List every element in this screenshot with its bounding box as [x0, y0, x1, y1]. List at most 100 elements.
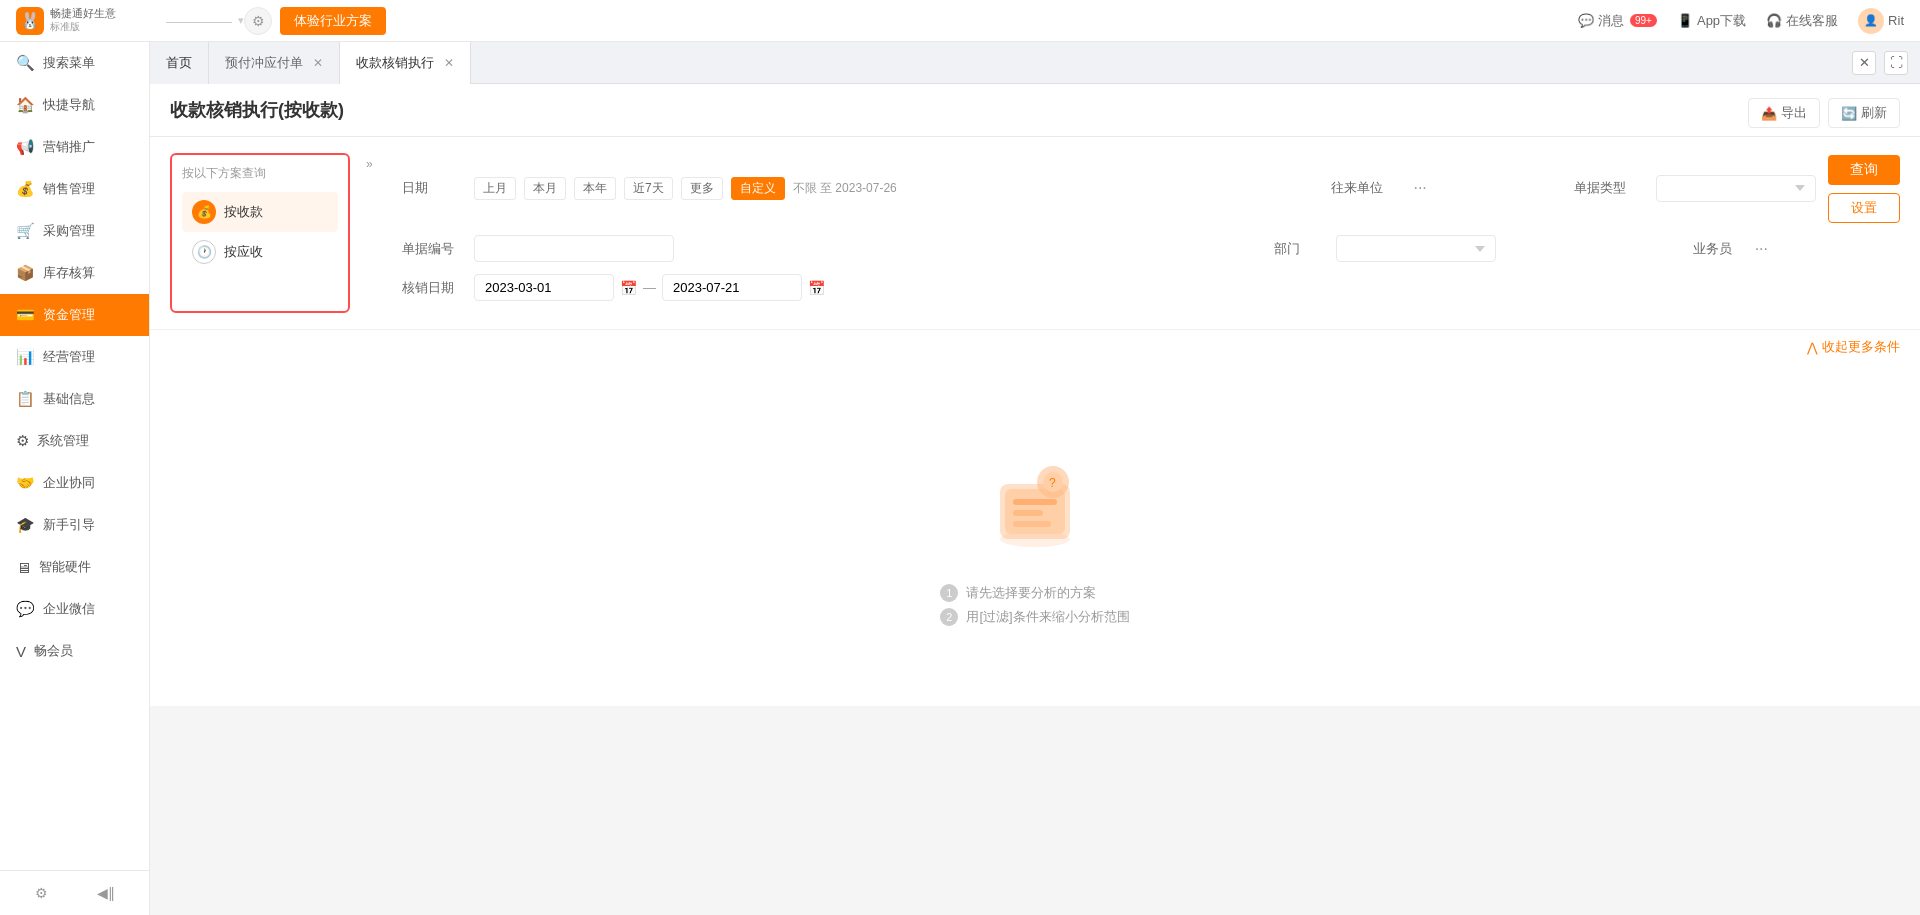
sidebar-settings-btn[interactable]: ⚙	[31, 881, 52, 905]
counterpart-label: 往来单位	[1331, 179, 1401, 197]
date-btn-custom[interactable]: 自定义	[731, 177, 785, 200]
empty-tips: 1 请先选择要分析的方案 2 用[过滤]条件来缩小分析范围	[940, 584, 1129, 626]
query-btn[interactable]: 查询	[1828, 155, 1900, 185]
svg-rect-5	[1013, 521, 1051, 527]
page-header: 收款核销执行(按收款) 📤 导出 🔄 刷新	[150, 84, 1920, 137]
company-selector[interactable]: —————— ▾	[166, 14, 244, 27]
user-menu[interactable]: 👤 Rit	[1858, 8, 1904, 34]
online-service-btn[interactable]: 🎧 在线客服	[1766, 12, 1838, 30]
sidebar-item-search[interactable]: 🔍 搜索菜单	[0, 42, 149, 84]
refresh-icon: 🔄	[1841, 106, 1857, 121]
sidebar-item-member[interactable]: V 畅会员	[0, 630, 149, 672]
date-btn-this-year[interactable]: 本年	[574, 177, 616, 200]
sidebar-item-inventory[interactable]: 📦 库存核算	[0, 252, 149, 294]
sidebar-bottom: ⚙ ◀‖	[0, 870, 149, 915]
department-select[interactable]	[1336, 235, 1496, 262]
refresh-btn[interactable]: 🔄 刷新	[1828, 98, 1900, 128]
page-title: 收款核销执行(按收款)	[170, 98, 1900, 122]
message-btn[interactable]: 💬 消息 99+	[1578, 12, 1657, 30]
logo-title: 畅捷通好生意	[50, 7, 116, 20]
collapse-more-btn[interactable]: ⋀ 收起更多条件	[150, 329, 1920, 364]
message-label: 消息	[1598, 12, 1624, 30]
filter-collapse-btn[interactable]: »	[366, 153, 386, 171]
sidebar-item-funds[interactable]: 💳 资金管理	[0, 294, 149, 336]
tab-prepay[interactable]: 预付冲应付单 ✕	[209, 42, 340, 84]
sidebar-item-label: 搜索菜单	[43, 54, 95, 72]
empty-tip-1: 1 请先选择要分析的方案	[940, 584, 1129, 602]
sidebar-item-marketing[interactable]: 📢 营销推广	[0, 126, 149, 168]
sidebar-item-enterprise[interactable]: 🤝 企业协同	[0, 462, 149, 504]
sidebar-item-basic-info[interactable]: 📋 基础信息	[0, 378, 149, 420]
date-btn-last-month[interactable]: 上月	[474, 177, 516, 200]
app-download-icon: 📱	[1677, 13, 1693, 28]
sidebar-item-hardware[interactable]: 🖥 智能硬件	[0, 546, 149, 588]
receipt-icon: 💰	[192, 200, 216, 224]
company-name: ——————	[166, 15, 232, 27]
logo-area: 🐰 畅捷通好生意 标准版	[16, 7, 166, 35]
tab-bar: 首页 预付冲应付单 ✕ 收款核销执行 ✕ ✕ ⛶	[150, 42, 1920, 84]
sales-icon: 💰	[16, 180, 35, 198]
megaphone-icon: 📢	[16, 138, 35, 156]
document-no-input[interactable]	[474, 235, 674, 262]
sidebar-item-label: 库存核算	[43, 264, 95, 282]
graduation-icon: 🎓	[16, 516, 35, 534]
staff-label: 业务员	[1693, 240, 1743, 258]
action-area: 查询 设置	[1828, 153, 1900, 223]
v-icon: V	[16, 643, 26, 660]
service-icon: 🎧	[1766, 13, 1782, 28]
sidebar-item-sales[interactable]: 💰 销售管理	[0, 168, 149, 210]
sidebar-item-label: 企业协同	[43, 474, 95, 492]
search-form: 日期 上月 本月 本年 近7天 更多 自定义 不限 至 2023-07-26 往…	[402, 153, 1900, 313]
tip-num-2: 2	[940, 608, 958, 626]
form-row-1: 日期 上月 本月 本年 近7天 更多 自定义 不限 至 2023-07-26 往…	[402, 153, 1900, 223]
sidebar-item-label: 快捷导航	[43, 96, 95, 114]
logo-badge: 标准版	[50, 20, 116, 34]
settings-btn[interactable]: 设置	[1828, 193, 1900, 223]
tab-label: 收款核销执行	[356, 54, 434, 72]
settings-icon-btn[interactable]: ⚙	[244, 7, 272, 35]
calendar-start-icon[interactable]: 📅	[620, 280, 637, 296]
tab-home[interactable]: 首页	[150, 42, 209, 84]
wechat-icon: 💬	[16, 600, 35, 618]
tab-close-all-btn[interactable]: ✕	[1852, 51, 1876, 75]
filter-option-by-receipt[interactable]: 💰 按收款	[182, 192, 338, 232]
home-icon: 🏠	[16, 96, 35, 114]
industry-solution-btn[interactable]: 体验行业方案	[280, 7, 386, 35]
staff-dots: ···	[1755, 240, 1768, 258]
sidebar: 🔍 搜索菜单 🏠 快捷导航 📢 营销推广 💰 销售管理 🛒 采购管理 📦 库存核…	[0, 42, 150, 915]
sidebar-item-operations[interactable]: 📊 经营管理	[0, 336, 149, 378]
sidebar-item-purchase[interactable]: 🛒 采购管理	[0, 210, 149, 252]
sidebar-item-label: 经营管理	[43, 348, 95, 366]
date-btn-more[interactable]: 更多	[681, 177, 723, 200]
sidebar-collapse-btn[interactable]: ◀‖	[93, 881, 119, 905]
app-download-label: App下载	[1697, 12, 1746, 30]
filter-area: 按以下方案查询 💰 按收款 🕐 按应收 » 日期	[150, 137, 1920, 329]
gear-icon: ⚙	[16, 432, 29, 450]
sidebar-item-quicknav[interactable]: 🏠 快捷导航	[0, 84, 149, 126]
date-btn-this-month[interactable]: 本月	[524, 177, 566, 200]
sidebar-item-beginner[interactable]: 🎓 新手引导	[0, 504, 149, 546]
sidebar-item-wechat[interactable]: 💬 企业微信	[0, 588, 149, 630]
svg-text:?: ?	[1049, 476, 1056, 490]
tab-expand-btn[interactable]: ⛶	[1884, 51, 1908, 75]
counterpart-dots: ···	[1413, 179, 1426, 197]
app-download-btn[interactable]: 📱 App下载	[1677, 12, 1746, 30]
sidebar-item-system[interactable]: ⚙ 系统管理	[0, 420, 149, 462]
verify-date-end-input[interactable]	[662, 274, 802, 301]
sidebar-item-label: 企业微信	[43, 600, 95, 618]
document-type-select[interactable]	[1656, 175, 1816, 202]
date-btn-7days[interactable]: 近7天	[624, 177, 673, 200]
verify-date-start-input[interactable]	[474, 274, 614, 301]
tip-num-1: 1	[940, 584, 958, 602]
tab-close-icon[interactable]: ✕	[444, 56, 454, 70]
tab-verify[interactable]: 收款核销执行 ✕	[340, 42, 471, 84]
tab-close-icon[interactable]: ✕	[313, 56, 323, 70]
avatar: 👤	[1858, 8, 1884, 34]
receivable-icon: 🕐	[192, 240, 216, 264]
tip-text-1: 请先选择要分析的方案	[966, 584, 1096, 602]
sidebar-item-label: 系统管理	[37, 432, 89, 450]
calendar-end-icon[interactable]: 📅	[808, 280, 825, 296]
export-btn[interactable]: 📤 导出	[1748, 98, 1820, 128]
filter-panel: 按以下方案查询 💰 按收款 🕐 按应收	[170, 153, 350, 313]
filter-option-by-receivable[interactable]: 🕐 按应收	[182, 232, 338, 272]
